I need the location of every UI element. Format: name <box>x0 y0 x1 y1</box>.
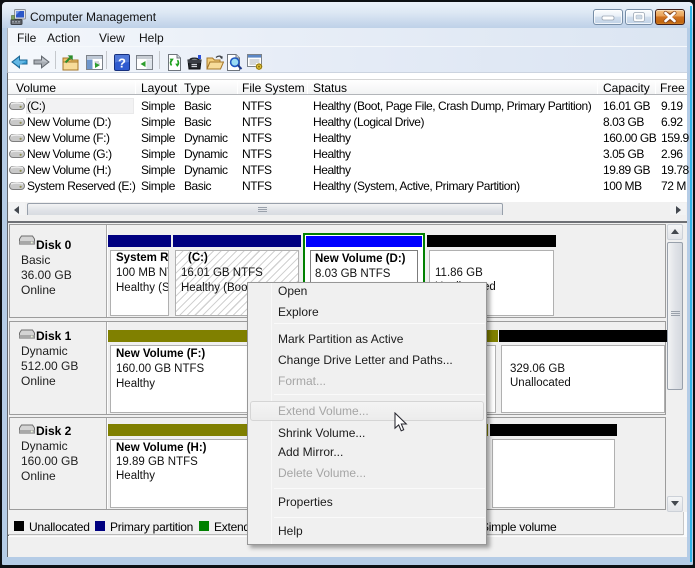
svg-text:?: ? <box>118 56 126 71</box>
